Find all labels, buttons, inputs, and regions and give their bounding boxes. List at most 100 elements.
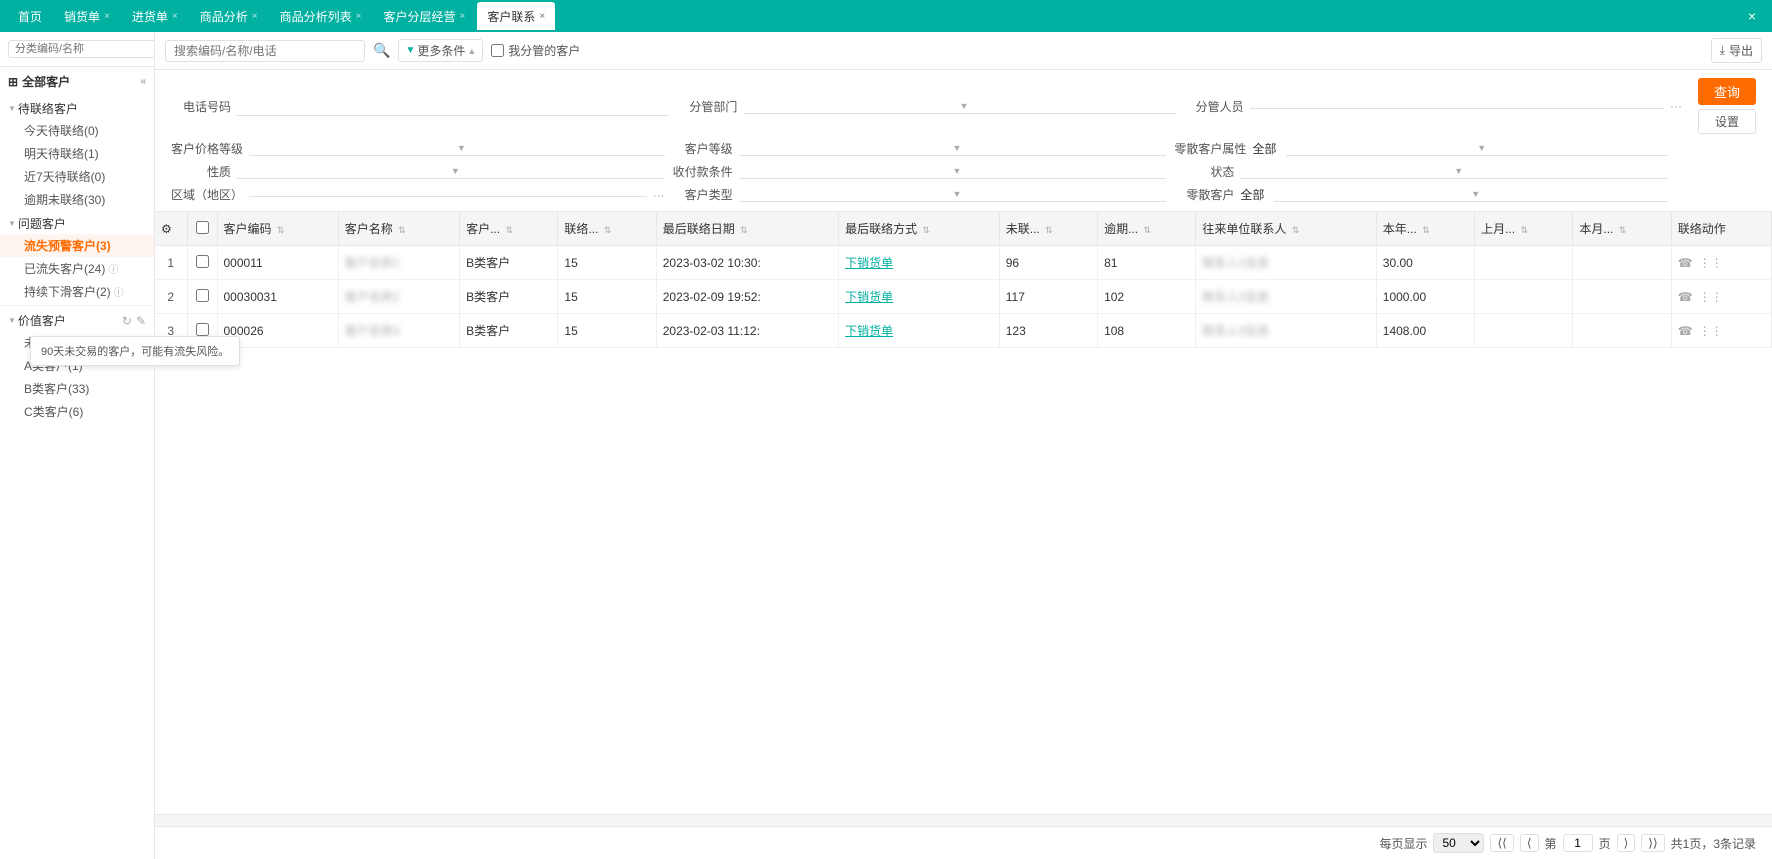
close-all-button[interactable]: × xyxy=(1740,8,1764,24)
filter-price-level: 客户价格等级 ▼ xyxy=(171,140,665,157)
page-last-button[interactable]: ⟩⟩ xyxy=(1641,834,1664,852)
region-select[interactable] xyxy=(249,192,647,197)
select-all-checkbox[interactable] xyxy=(196,221,209,234)
close-tab-purchase[interactable]: × xyxy=(172,11,178,22)
sidebar-item-7days[interactable]: 近7天待联络(0) xyxy=(0,165,154,188)
problem-customers-group[interactable]: ▼ 问题客户 xyxy=(0,211,154,234)
settings-gear-icon[interactable]: ⚙ xyxy=(161,222,172,236)
nav-tab-analysis[interactable]: 商品分析 × xyxy=(190,2,268,30)
my-customers-checkbox[interactable]: 我分管的客户 xyxy=(491,42,580,59)
region-dots[interactable]: ··· xyxy=(653,188,665,202)
col-settings[interactable]: ⚙ xyxy=(155,212,187,246)
nav-tab-home[interactable]: 首页 xyxy=(8,8,52,25)
payment-select[interactable]: ▼ xyxy=(739,164,1167,179)
status-select[interactable]: ▼ xyxy=(1240,164,1668,179)
close-tab-sales[interactable]: × xyxy=(104,11,110,22)
retail-cust-select[interactable]: ▼ xyxy=(1274,187,1668,202)
sort-contact2[interactable]: ⇅ xyxy=(1292,225,1300,235)
table-container[interactable]: ⚙ 客户编码 ⇅ 客户名称 ⇅ xyxy=(155,212,1772,814)
sort-code[interactable]: ⇅ xyxy=(277,225,285,235)
action-more-icon[interactable]: ⋮⋮ xyxy=(1699,290,1723,304)
sidebar-item-today[interactable]: 今天待联络(0) xyxy=(0,119,154,142)
nav-tab-customer-contact[interactable]: 客户联系 × xyxy=(477,2,555,30)
per-page-select[interactable]: 50 100 200 xyxy=(1433,833,1484,853)
manager-select[interactable] xyxy=(1250,104,1664,109)
sort-overdue[interactable]: ⇅ xyxy=(1143,225,1151,235)
cust-type-chevron: ▼ xyxy=(953,189,1163,199)
settings-button[interactable]: 设置 xyxy=(1698,109,1756,134)
refresh-icon[interactable]: ↻ xyxy=(122,314,132,328)
sidebar-item-b-class[interactable]: B类客户(33) xyxy=(0,377,154,400)
action-contact-icon[interactable]: ☎ xyxy=(1678,324,1693,338)
phone-input[interactable] xyxy=(237,97,669,116)
pagination: 每页显示 50 100 200 ⟨⟨ ⟨ 第 页 ⟩ ⟩⟩ 共1页，3条记录 xyxy=(155,826,1772,859)
page-number-input[interactable] xyxy=(1563,834,1593,852)
sidebar: 🔍 ⊞ 全部客户 « ▼ 待联络客户 今天待联络(0) 明天待联络(1) 近7天… xyxy=(0,32,155,859)
nav-tab-sales[interactable]: 销货单 × xyxy=(54,2,120,30)
sort-last-method[interactable]: ⇅ xyxy=(922,225,930,235)
sort-name[interactable]: ⇅ xyxy=(398,225,406,235)
row-this-month xyxy=(1573,246,1671,280)
search-button[interactable]: 🔍 xyxy=(373,42,390,59)
page-next-button[interactable]: ⟩ xyxy=(1617,834,1636,852)
sidebar-item-overdue[interactable]: 逾期未联络(30) xyxy=(0,188,154,211)
table-row: 1 000011 客户名称1 B类客户 15 2023-03-02 10:30:… xyxy=(155,246,1772,280)
my-customers-check[interactable] xyxy=(491,44,504,57)
pending-contact-group[interactable]: ▼ 待联络客户 xyxy=(0,96,154,119)
nature-select[interactable]: ▼ xyxy=(237,164,665,179)
close-tab-analysis[interactable]: × xyxy=(252,11,258,22)
manager-dots[interactable]: ··· xyxy=(1670,99,1682,113)
all-customers-header[interactable]: ⊞ 全部客户 « xyxy=(0,67,154,96)
nav-tab-analysis-list[interactable]: 商品分析列表 × xyxy=(270,2,372,30)
search-input-main[interactable] xyxy=(165,40,365,62)
close-tab-analysis-list[interactable]: × xyxy=(356,11,362,22)
sidebar-item-declining[interactable]: 持续下滑客户(2) ⓘ xyxy=(0,280,154,303)
action-more-icon[interactable]: ⋮⋮ xyxy=(1699,324,1723,338)
cust-level-select[interactable]: ▼ xyxy=(739,141,1167,156)
action-contact-icon[interactable]: ☎ xyxy=(1678,290,1693,304)
sort-contact[interactable]: ⇅ xyxy=(604,225,612,235)
sort-last-month[interactable]: ⇅ xyxy=(1520,225,1528,235)
triangle-icon-2: ▼ xyxy=(8,219,16,228)
edit-icon[interactable]: ✎ xyxy=(136,314,146,328)
close-tab-customer-contact[interactable]: × xyxy=(539,11,545,22)
row-contact: 15 xyxy=(558,314,656,348)
more-conditions-button[interactable]: ▼ 更多条件 ▲ xyxy=(398,39,483,62)
page-first-button[interactable]: ⟨⟨ xyxy=(1490,834,1513,852)
sort-type[interactable]: ⇅ xyxy=(505,225,513,235)
dept-select[interactable]: ▼ xyxy=(743,99,1175,114)
action-contact-icon[interactable]: ☎ xyxy=(1678,256,1693,270)
row-checkbox[interactable] xyxy=(196,323,209,336)
export-button[interactable]: ⤓ 导出 xyxy=(1711,38,1762,63)
close-tab-customer-tier[interactable]: × xyxy=(459,11,465,22)
price-level-select[interactable]: ▼ xyxy=(249,141,665,156)
row-overdue: 81 xyxy=(1098,246,1196,280)
value-customers-group[interactable]: ▼ 价值客户 ↻ ✎ xyxy=(0,308,154,331)
row-checkbox[interactable] xyxy=(196,289,209,302)
nav-tab-purchase[interactable]: 进货单 × xyxy=(122,2,188,30)
sort-last-date[interactable]: ⇅ xyxy=(740,225,748,235)
retail-cust-chevron: ▼ xyxy=(1471,189,1664,199)
query-button[interactable]: 查询 xyxy=(1698,78,1756,105)
sidebar-item-tomorrow[interactable]: 明天待联络(1) xyxy=(0,142,154,165)
page-prev-button[interactable]: ⟨ xyxy=(1520,834,1539,852)
row-checkbox[interactable] xyxy=(196,255,209,268)
sidebar-item-c-class[interactable]: C类客户(6) xyxy=(0,400,154,423)
sort-this-year[interactable]: ⇅ xyxy=(1422,225,1430,235)
manager-label: 分管人员 xyxy=(1184,98,1244,115)
cust-type-select[interactable]: ▼ xyxy=(739,187,1167,202)
sidebar-search-input[interactable] xyxy=(8,40,155,58)
row-last-date: 2023-02-09 19:52: xyxy=(656,280,838,314)
nav-tab-customer-tier[interactable]: 客户分层经营 × xyxy=(373,2,475,30)
sidebar-item-churned[interactable]: 已流失客户(24) ⓘ xyxy=(0,257,154,280)
retail-attr-select[interactable]: ▼ xyxy=(1286,141,1668,156)
action-more-icon[interactable]: ⋮⋮ xyxy=(1699,256,1723,270)
sort-uncontacted[interactable]: ⇅ xyxy=(1045,225,1053,235)
cust-type-label: 客户类型 xyxy=(673,186,733,203)
row-this-year: 30.00 xyxy=(1376,246,1474,280)
row-overdue: 102 xyxy=(1098,280,1196,314)
horizontal-scrollbar[interactable] xyxy=(155,814,1772,826)
sidebar-item-churn-warning[interactable]: 流失预警客户(3) xyxy=(0,234,154,257)
sort-this-month[interactable]: ⇅ xyxy=(1619,225,1627,235)
col-contact2: 往来单位联系人 ⇅ xyxy=(1196,212,1376,246)
